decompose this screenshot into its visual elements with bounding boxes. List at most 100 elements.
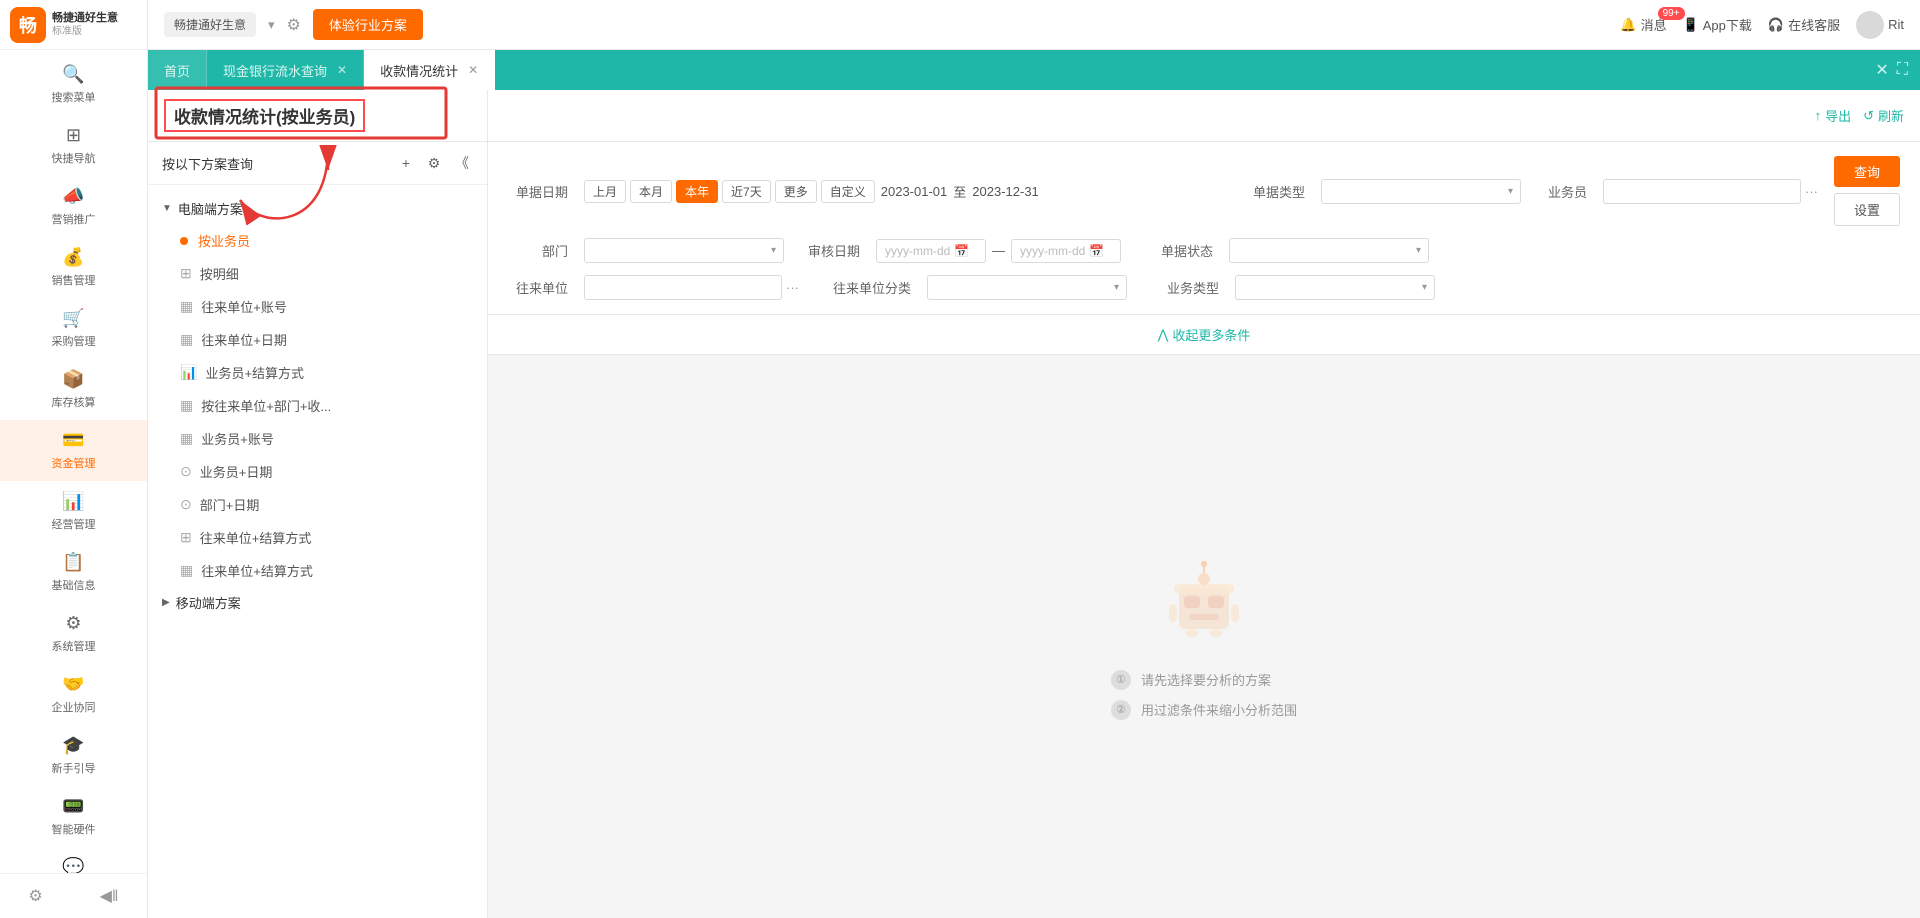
empty-illustration: [1154, 554, 1254, 654]
empty-steps: ① 请先选择要分析的方案 ② 用过滤条件来缩小分析范围: [1111, 670, 1297, 720]
export-btn[interactable]: ↑ 导出: [1815, 106, 1852, 125]
salesman-input[interactable]: [1603, 179, 1801, 204]
desktop-scheme-group: ▼ 电脑端方案 按业务员 ⊞ 按明细 ▦ 往来单位+账号: [148, 193, 487, 587]
tabbar-close-btn[interactable]: ✕: [1875, 60, 1888, 80]
user-avatar-btn[interactable]: Rit: [1856, 11, 1904, 39]
scheme-settings-btn[interactable]: ⚙: [423, 152, 445, 174]
salesman-more-btn[interactable]: ···: [1805, 184, 1818, 199]
search-nav-icon: 🔍: [62, 64, 84, 85]
salesman-label: 业务员: [1537, 182, 1587, 201]
partner-more-btn[interactable]: ···: [786, 280, 799, 295]
scheme-item-partner-payment2[interactable]: ▦ 往来单位+结算方式: [148, 554, 487, 587]
dept-select[interactable]: [584, 238, 784, 263]
sidebar-collapse-btn[interactable]: ◀‖: [100, 886, 119, 906]
review-date-start[interactable]: yyyy-mm-dd 📅: [876, 239, 986, 263]
salesman-account-icon: ▦: [180, 430, 193, 447]
scheme-item-salesman-account[interactable]: ▦ 业务员+账号: [148, 422, 487, 455]
date-btn-this-month[interactable]: 本月: [630, 180, 672, 203]
partner-field: ···: [584, 275, 799, 300]
date-start: 2023-01-01: [881, 184, 948, 199]
collapse-more-btn[interactable]: ⋀ 收起更多条件: [488, 315, 1920, 355]
right-topbar: ↑ 导出 ↺ 刷新: [488, 90, 1920, 142]
bill-status-select[interactable]: [1229, 238, 1429, 263]
topbar-gear-icon[interactable]: ⚙: [287, 15, 301, 35]
dept-label: 部门: [508, 241, 568, 260]
review-date-end[interactable]: yyyy-mm-dd 📅: [1011, 239, 1121, 263]
sidebar-item-hardware[interactable]: 📟 智能硬件: [0, 786, 147, 847]
partner-dept-icon: ▦: [180, 397, 193, 414]
topbar-chevron-icon[interactable]: ▾: [268, 17, 275, 33]
bill-type-select[interactable]: [1321, 179, 1521, 204]
scheme-label-salesman-date: 业务员+日期: [200, 462, 273, 481]
date-btn-last-month[interactable]: 上月: [584, 180, 626, 203]
add-scheme-btn[interactable]: +: [395, 152, 417, 174]
try-industry-btn[interactable]: 体验行业方案: [313, 9, 423, 40]
sidebar-item-sales[interactable]: 💰 销售管理: [0, 237, 147, 298]
sidebar-item-search[interactable]: 🔍 搜索菜单: [0, 54, 147, 115]
partner-category-select[interactable]: [927, 275, 1127, 300]
bill-type-select-wrapper: ▾: [1321, 179, 1521, 204]
scheme-item-partner-dept[interactable]: ▦ 按往来单位+部门+收...: [148, 389, 487, 422]
tab-home[interactable]: 首页: [148, 50, 207, 90]
calendar-icon-2: 📅: [1089, 244, 1104, 258]
enterprise-icon: 🤝: [62, 674, 84, 695]
business-type-select-wrapper: ▾: [1235, 275, 1435, 300]
scheme-tree: ▼ 电脑端方案 按业务员 ⊞ 按明细 ▦ 往来单位+账号: [148, 185, 487, 918]
date-quick-buttons: 上月 本月 本年 近7天 更多 自定义: [584, 180, 875, 203]
partner-payment1-icon: ⊞: [180, 529, 192, 546]
scheme-item-partner-account[interactable]: ▦ 往来单位+账号: [148, 290, 487, 323]
sidebar-item-quicknav[interactable]: ⊞ 快捷导航: [0, 115, 147, 176]
receipt-tab-label: 收款情况统计: [380, 61, 458, 80]
content-area: 收款情况统计(按业务员) 按以下方案查询 + ⚙ 《 ▼ 电脑端方案: [148, 90, 1920, 918]
scheme-item-salesman-payment[interactable]: 📊 业务员+结算方式: [148, 356, 487, 389]
app-download-btn[interactable]: 📱 App下载: [1683, 15, 1752, 34]
desktop-scheme-header[interactable]: ▼ 电脑端方案: [148, 193, 487, 224]
sidebar-item-inventory[interactable]: 📦 库存核算: [0, 359, 147, 420]
scheme-item-dept-date[interactable]: ⊙ 部门+日期: [148, 488, 487, 521]
topbar-right: 🔔 消息 99+ 📱 App下载 🎧 在线客服 Rit: [1620, 11, 1904, 39]
sidebar-item-wechat[interactable]: 💬 企业微信: [0, 847, 147, 873]
message-btn[interactable]: 🔔 消息 99+: [1620, 15, 1666, 34]
scheme-label-partner-payment1: 往来单位+结算方式: [200, 528, 312, 547]
scheme-item-partner-payment1[interactable]: ⊞ 往来单位+结算方式: [148, 521, 487, 554]
scheme-item-salesman[interactable]: 按业务员: [148, 224, 487, 257]
sidebar-item-marketing[interactable]: 📣 营销推广: [0, 176, 147, 237]
sidebar-item-guide[interactable]: 🎓 新手引导: [0, 725, 147, 786]
topbar-app-title: 畅捷通好生意: [164, 12, 256, 37]
sidebar-item-purchase[interactable]: 🛒 采购管理: [0, 298, 147, 359]
tabbar-expand-btn[interactable]: ⛶: [1897, 61, 1908, 79]
user-avatar: [1856, 11, 1884, 39]
date-btn-this-year[interactable]: 本年: [676, 180, 718, 203]
scheme-collapse-btn[interactable]: 《: [451, 152, 473, 174]
sales-icon: 💰: [62, 247, 84, 268]
mobile-scheme-header[interactable]: ▶ 移动端方案: [148, 587, 487, 618]
date-field: 上月 本月 本年 近7天 更多 自定义 2023-01-01 至 2023-12…: [584, 180, 1229, 203]
sidebar-settings-btn[interactable]: ⚙: [28, 886, 42, 906]
bank-tab-close-icon[interactable]: ✕: [337, 63, 347, 77]
sidebar-item-basic[interactable]: 📋 基础信息: [0, 542, 147, 603]
mobile-scheme-label: 移动端方案: [176, 593, 241, 612]
date-btn-more[interactable]: 更多: [775, 180, 817, 203]
receipt-tab-close-icon[interactable]: ✕: [468, 63, 478, 77]
date-label: 单据日期: [508, 182, 568, 201]
query-btn[interactable]: 查询: [1834, 156, 1900, 187]
basic-icon: 📋: [62, 552, 84, 573]
scheme-item-partner-date[interactable]: ▦ 往来单位+日期: [148, 323, 487, 356]
dept-date-icon: ⊙: [180, 496, 192, 513]
tab-bank[interactable]: 现金银行流水查询 ✕: [207, 50, 364, 90]
partner-input[interactable]: [584, 275, 782, 300]
empty-state: ① 请先选择要分析的方案 ② 用过滤条件来缩小分析范围: [488, 355, 1920, 918]
sidebar-item-finance[interactable]: 💳 资金管理: [0, 420, 147, 481]
refresh-btn[interactable]: ↺ 刷新: [1863, 106, 1904, 125]
online-service-btn[interactable]: 🎧 在线客服: [1768, 15, 1840, 34]
setting-btn[interactable]: 设置: [1834, 193, 1900, 226]
sidebar-item-operation[interactable]: 📊 经营管理: [0, 481, 147, 542]
scheme-item-salesman-date[interactable]: ⊙ 业务员+日期: [148, 455, 487, 488]
tab-receipt[interactable]: 收款情况统计 ✕: [364, 50, 495, 90]
business-type-select[interactable]: [1235, 275, 1435, 300]
date-btn-7days[interactable]: 近7天: [722, 180, 771, 203]
scheme-item-detail[interactable]: ⊞ 按明细: [148, 257, 487, 290]
sidebar-item-system[interactable]: ⚙ 系统管理: [0, 603, 147, 664]
sidebar-item-enterprise[interactable]: 🤝 企业协同: [0, 664, 147, 725]
date-btn-custom[interactable]: 自定义: [821, 180, 875, 203]
